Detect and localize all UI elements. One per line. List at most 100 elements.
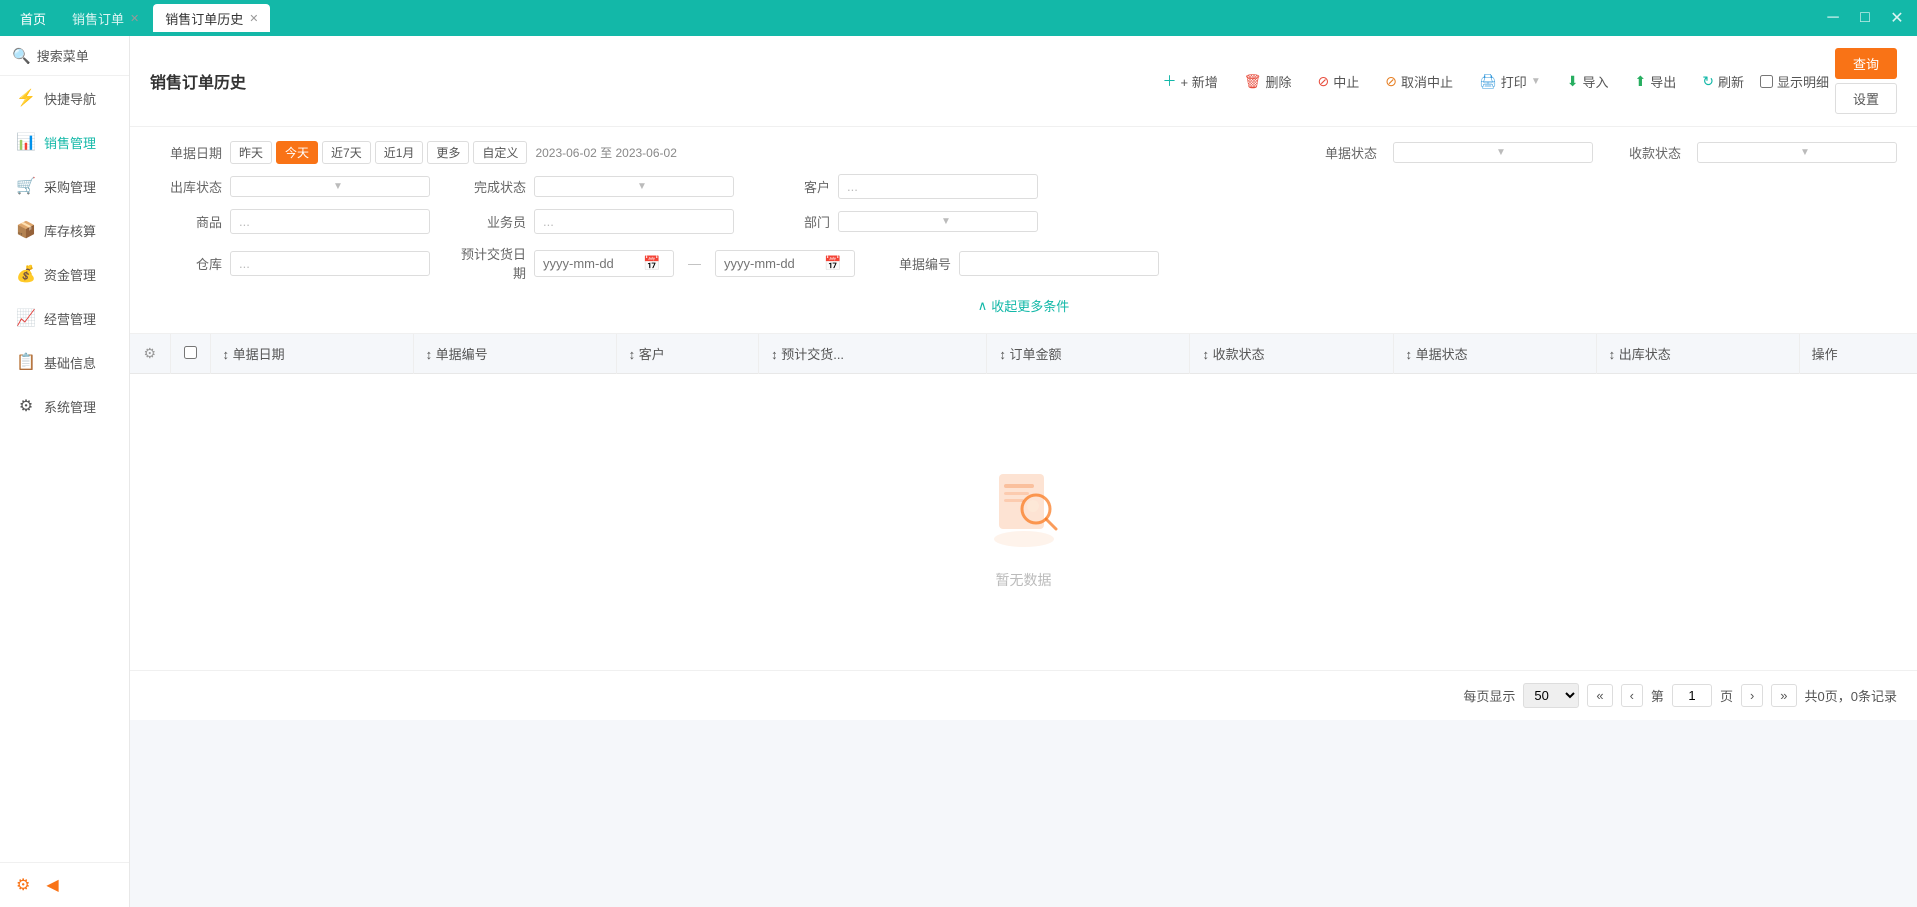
next-page-button[interactable]: ›	[1741, 684, 1763, 707]
sales-icon: 📊	[16, 132, 36, 152]
finance-icon: 💰	[16, 264, 36, 284]
warehouse-input[interactable]: ...	[230, 251, 430, 276]
tab-sales-order-history[interactable]: 销售订单历史 ✕	[153, 4, 270, 32]
query-button[interactable]: 查询	[1835, 48, 1897, 79]
window-close-icon[interactable]: ✕	[1885, 6, 1909, 30]
filter-row-1: 单据日期 昨天 今天 近7天 近1月 更多 自定义 2023-06-02 至 2…	[150, 141, 1897, 164]
table-settings-icon[interactable]: ⚙	[143, 345, 156, 361]
collapse-filter-row[interactable]: ∧ 收起更多条件	[150, 292, 1897, 319]
delivery-date-end-input[interactable]	[724, 256, 824, 271]
display-detail-checkbox[interactable]: 显示明细	[1760, 72, 1829, 91]
page-input[interactable]	[1672, 684, 1712, 707]
prev-page-button[interactable]: ‹	[1621, 684, 1643, 707]
close-history-tab[interactable]: ✕	[249, 12, 258, 25]
tab-home[interactable]: 首页	[8, 4, 58, 32]
collapse-up-icon: ∧	[978, 298, 988, 314]
cancel-button[interactable]: ⊘ 取消中止	[1375, 67, 1463, 96]
top-bar: 首页 销售订单 ✕ 销售订单历史 ✕ ─ □ ✕	[0, 0, 1917, 36]
payment-status-select[interactable]: ▼	[1697, 142, 1897, 163]
sidebar: 🔍 搜索菜单 ⚡ 快捷导航 📊 销售管理 🛒 采购管理 📦 库存核算 💰 资金管…	[0, 36, 130, 907]
voucher-status-select[interactable]: ▼	[1393, 142, 1593, 163]
calendar-end-icon: 📅	[824, 255, 841, 272]
th-number: ↕ 单据编号	[413, 334, 616, 374]
customer-label: 客户	[758, 177, 830, 196]
date-btn-more[interactable]: 更多	[427, 141, 469, 164]
department-select[interactable]: ▼	[838, 211, 1038, 232]
display-detail-input[interactable]	[1760, 75, 1773, 88]
complete-status-select[interactable]: ▼	[534, 176, 734, 197]
collapse-sidebar-icon[interactable]: ◀	[46, 875, 58, 895]
table-area: ⚙ ↕ 单据日期 ↕ 单据编号	[130, 334, 1917, 670]
outbound-status-arrow: ▼	[333, 181, 421, 192]
maximize-icon[interactable]: □	[1853, 6, 1877, 30]
refresh-button[interactable]: ↻ 刷新	[1692, 67, 1754, 96]
salesperson-label: 业务员	[454, 212, 526, 231]
page-size-label: 每页显示	[1463, 686, 1515, 705]
table-container: ⚙ ↕ 单据日期 ↕ 单据编号	[130, 334, 1917, 670]
th-outbound-status-label: ↕ 出库状态	[1609, 347, 1671, 362]
page-title: 销售订单历史	[150, 69, 246, 93]
delete-button[interactable]: 🗑 删除	[1234, 67, 1302, 96]
cancel-icon: ⊘	[1385, 73, 1397, 90]
voucher-no-input[interactable]	[959, 251, 1159, 276]
customer-input[interactable]: ...	[838, 174, 1038, 199]
date-btn-7days[interactable]: 近7天	[322, 141, 371, 164]
outbound-status-label: 出库状态	[150, 177, 222, 196]
th-checkbox	[170, 334, 210, 374]
minimize-icon[interactable]: ─	[1821, 6, 1845, 30]
date-btn-yesterday[interactable]: 昨天	[230, 141, 272, 164]
delete-label: 删除	[1266, 72, 1292, 91]
sidebar-item-finance[interactable]: 💰 资金管理	[0, 252, 129, 296]
outbound-status-select[interactable]: ▼	[230, 176, 430, 197]
first-page-button[interactable]: «	[1587, 684, 1612, 707]
sidebar-item-inventory[interactable]: 📦 库存核算	[0, 208, 129, 252]
delivery-date-start[interactable]: 📅	[534, 250, 674, 277]
salesperson-input[interactable]: ...	[534, 209, 734, 234]
import-button[interactable]: ⬇ 导入	[1557, 67, 1619, 96]
close-sales-order-tab[interactable]: ✕	[130, 12, 139, 25]
salesperson-dots: ...	[543, 214, 554, 229]
sidebar-item-label: 快捷导航	[44, 89, 96, 108]
last-page-button[interactable]: »	[1771, 684, 1796, 707]
sidebar-item-operation[interactable]: 📈 经营管理	[0, 296, 129, 340]
sidebar-item-quick-nav[interactable]: ⚡ 快捷导航	[0, 76, 129, 120]
toolbar-right: 查询 设置	[1835, 48, 1897, 114]
date-btn-custom[interactable]: 自定义	[473, 141, 527, 164]
tab-sales-order[interactable]: 销售订单 ✕	[60, 4, 151, 32]
pagination-bar: 每页显示 50 10 20 100 « ‹ 第 页 › » 共0页，0条记录	[130, 670, 1917, 720]
stop-button[interactable]: ⊘ 中止	[1308, 67, 1370, 96]
date-btn-today[interactable]: 今天	[276, 141, 318, 164]
table-head: ⚙ ↕ 单据日期 ↕ 单据编号	[130, 334, 1917, 374]
th-payment-status-label: ↕ 收款状态	[1202, 347, 1264, 362]
sidebar-item-base[interactable]: 📋 基础信息	[0, 340, 129, 384]
print-button[interactable]: 🖨 打印 ▼	[1469, 67, 1551, 96]
select-all-checkbox[interactable]	[184, 346, 197, 359]
delivery-date-end[interactable]: 📅	[715, 250, 855, 277]
settings-bottom-icon[interactable]: ⚙	[16, 875, 30, 895]
page-header: 销售订单历史 ＋ + 新增 🗑 删除 ⊘ 中止 ⊘	[130, 36, 1917, 127]
filter-row-3: 商品 ... 业务员 ... 部门 ▼	[150, 209, 1897, 234]
delivery-date-start-input[interactable]	[543, 256, 643, 271]
empty-svg	[974, 454, 1074, 554]
new-button[interactable]: ＋ + 新增	[1153, 66, 1228, 96]
customer-dots: ...	[847, 179, 858, 194]
warehouse-dots: ...	[239, 256, 250, 271]
import-icon: ⬇	[1567, 73, 1579, 90]
th-amount: ↕ 订单金额	[987, 334, 1190, 374]
voucher-status-arrow: ▼	[1496, 147, 1584, 158]
date-btn-1month[interactable]: 近1月	[375, 141, 424, 164]
page-size-select[interactable]: 50 10 20 100	[1523, 683, 1579, 708]
sidebar-item-system[interactable]: ⚙ 系统管理	[0, 384, 129, 428]
export-button[interactable]: ⬆ 导出	[1624, 67, 1686, 96]
sidebar-item-purchase[interactable]: 🛒 采购管理	[0, 164, 129, 208]
warehouse-label: 仓库	[150, 254, 222, 273]
goods-input[interactable]: ...	[230, 209, 430, 234]
sidebar-item-sales[interactable]: 📊 销售管理	[0, 120, 129, 164]
tab-home-label: 首页	[20, 9, 46, 28]
sidebar-item-label: 资金管理	[44, 265, 96, 284]
main-layout: 🔍 搜索菜单 ⚡ 快捷导航 📊 销售管理 🛒 采购管理 📦 库存核算 💰 资金管…	[0, 36, 1917, 907]
search-menu-bar[interactable]: 🔍 搜索菜单	[0, 36, 129, 76]
voucher-no-label: 单据编号	[879, 254, 951, 273]
settings-button[interactable]: 设置	[1835, 83, 1897, 114]
new-icon: ＋	[1163, 71, 1177, 91]
